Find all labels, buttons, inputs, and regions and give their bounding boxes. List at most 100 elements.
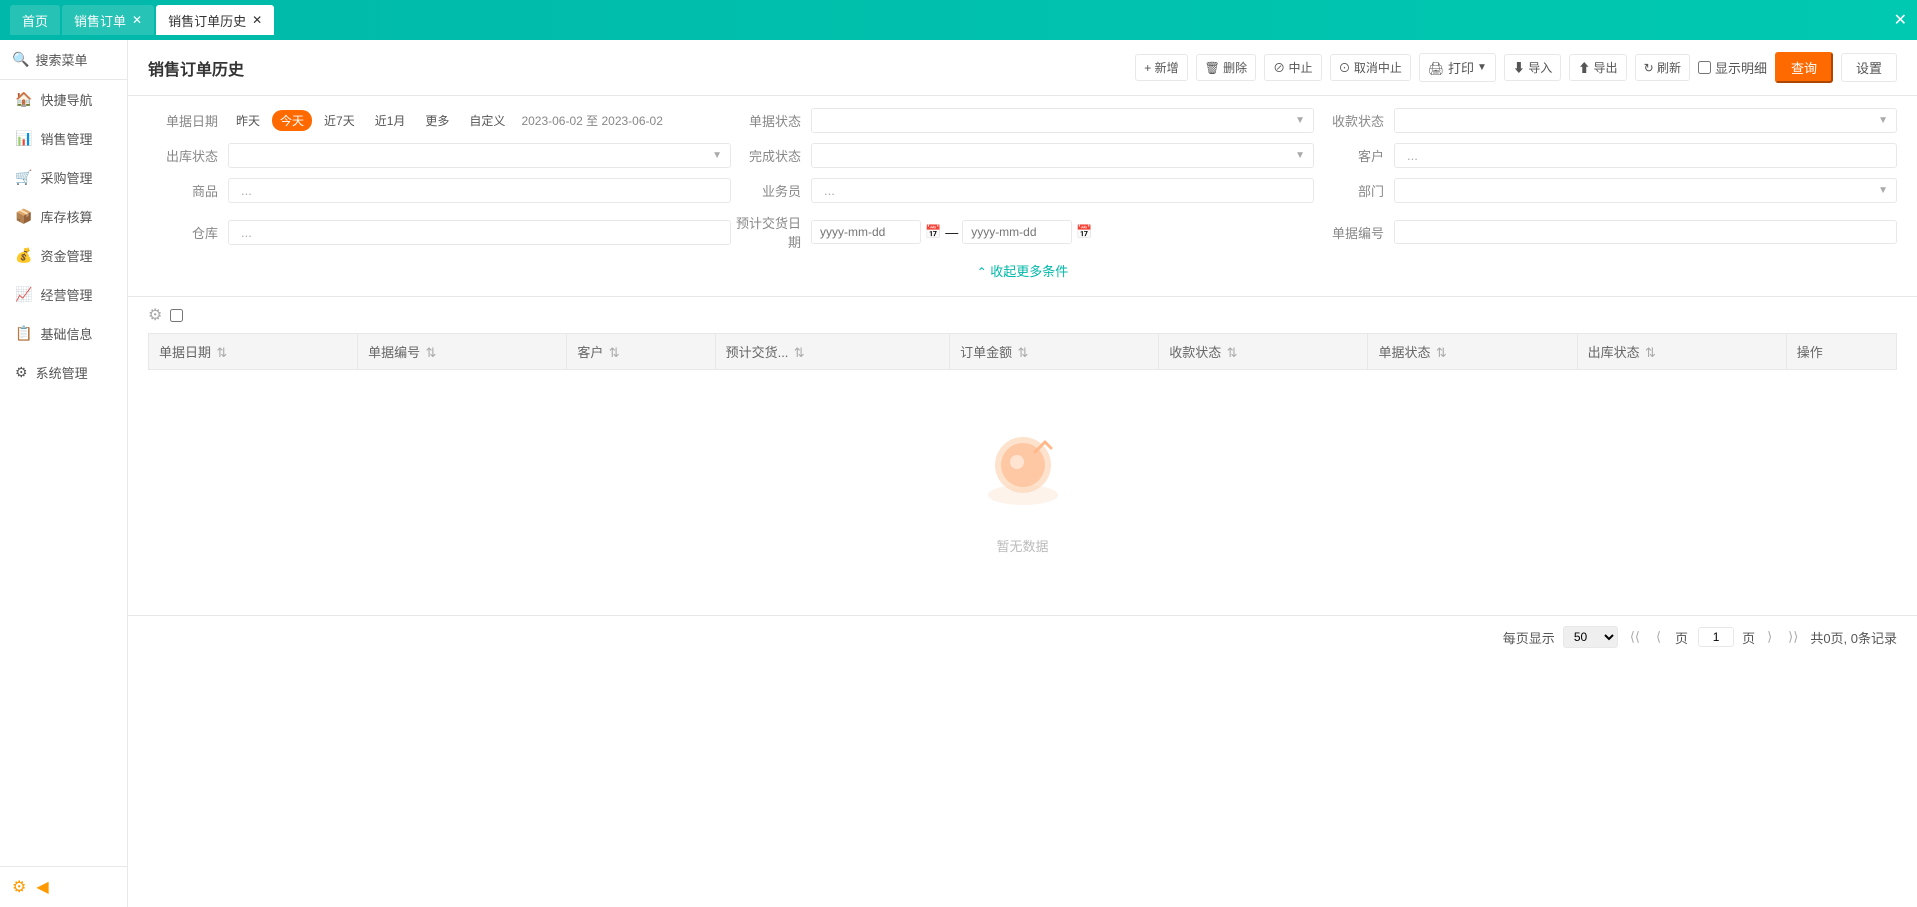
first-page-btn[interactable]: ⟨⟨ (1626, 627, 1644, 647)
col-date[interactable]: 单据日期 ⇅ (149, 334, 358, 370)
date-range: 2023-06-02 至 2023-06-02 (521, 112, 662, 129)
sidebar-item-operations[interactable]: 📈 经营管理 (0, 275, 127, 314)
sidebar-item-finance[interactable]: 💰 资金管理 (0, 236, 127, 275)
show-detail-checkbox[interactable] (1698, 61, 1711, 74)
prev-page-btn[interactable]: ⟨ (1652, 627, 1665, 647)
col-action: 操作 (1786, 334, 1896, 370)
pagination: 每页显示 50 100 200 ⟨⟨ ⟨ 页 页 ⟩ ⟩⟩ 共0页, 0条记录 (128, 615, 1917, 658)
filter-out-status-col: 出库状态 ▼ (148, 143, 731, 168)
select-all-checkbox[interactable] (170, 309, 183, 322)
sort-doc-icon: ⇅ (1436, 345, 1447, 360)
customer-dots-icon[interactable]: ... (1403, 148, 1422, 163)
collapse-row: ⌃ 收起更多条件 (148, 257, 1897, 284)
show-detail-label[interactable]: 显示明细 (1698, 58, 1767, 77)
warehouse-dots-icon[interactable]: ... (237, 225, 256, 240)
sidebar-item-inventory[interactable]: 📦 库存核算 (0, 197, 127, 236)
tab-home[interactable]: 首页 (10, 5, 60, 35)
stop-button[interactable]: ⊘ 中止 (1264, 54, 1321, 81)
current-page-input[interactable] (1698, 627, 1734, 647)
goods-label: 商品 (148, 181, 228, 200)
col-customer[interactable]: 客户 ⇅ (567, 334, 715, 370)
delivery-date-end[interactable] (962, 220, 1072, 244)
import-button[interactable]: ⬇ 导入 (1504, 54, 1561, 81)
out-status-select[interactable]: ▼ (228, 143, 731, 168)
col-amount[interactable]: 订单金额 ⇅ (950, 334, 1159, 370)
sales-icon: 📊 (15, 130, 32, 147)
warehouse-input[interactable]: ... (228, 220, 731, 245)
last-page-btn[interactable]: ⟩⟩ (1784, 627, 1802, 647)
tab-sales-order[interactable]: 销售订单 ✕ (62, 5, 154, 35)
table-toolbar: ⚙ (148, 297, 1897, 333)
toolbar: + 新增 🗑 删除 ⊘ 中止 ⊙ 取消中止 🖨 打印 ▼ ⬇ 导入 ⬆ 导出 ↻… (1135, 52, 1897, 83)
calendar-end-icon[interactable]: 📅 (1076, 224, 1092, 240)
filter-complete-status-col: 完成状态 ▼ (731, 143, 1314, 168)
query-button[interactable]: 查询 (1775, 52, 1833, 83)
collapse-button[interactable]: ⌃ 收起更多条件 (977, 261, 1068, 280)
docno-input[interactable] (1394, 220, 1897, 244)
tab-sales-order-history[interactable]: 销售订单历史 ✕ (156, 5, 274, 35)
sidebar-item-sales[interactable]: 📊 销售管理 (0, 119, 127, 158)
sidebar: 🔍 搜索菜单 🏠 快捷导航 📊 销售管理 🛒 采购管理 📦 库存核算 💰 资金管… (0, 40, 128, 907)
doc-status-select[interactable]: ▼ (811, 108, 1314, 133)
delivery-date-start[interactable] (811, 220, 921, 244)
page-title-bar: 销售订单历史 + 新增 🗑 删除 ⊘ 中止 ⊙ 取消中止 🖨 打印 ▼ ⬇ 导入… (128, 40, 1917, 96)
sidebar-expand-btn[interactable]: ◀ (36, 877, 48, 897)
sort-amount-icon: ⇅ (1017, 345, 1028, 360)
filter-delivery-col: 预计交货日期 📅 — 📅 (731, 213, 1314, 251)
window-close-icon[interactable]: ✕ (1894, 10, 1907, 30)
date-tab-today[interactable]: 今天 (272, 110, 312, 131)
out-status-label: 出库状态 (148, 146, 228, 165)
empty-text: 暂无数据 (996, 536, 1048, 555)
sidebar-item-basic[interactable]: 📋 基础信息 (0, 314, 127, 353)
delete-button[interactable]: 🗑 删除 (1196, 54, 1257, 81)
receipt-status-select[interactable]: ▼ (1394, 108, 1897, 133)
date-tab-1month[interactable]: 近1月 (367, 110, 414, 131)
sidebar-footer: ⚙ ◀ (0, 866, 127, 907)
goods-input[interactable]: ... (228, 178, 731, 203)
delivery-date-input: 📅 — 📅 (811, 220, 1092, 244)
filter-docno-col: 单据编号 (1314, 213, 1897, 251)
date-tab-7days[interactable]: 近7天 (316, 110, 363, 131)
col-delivery[interactable]: 预计交货... ⇅ (715, 334, 950, 370)
complete-status-select[interactable]: ▼ (811, 143, 1314, 168)
salesperson-input[interactable]: ... (811, 178, 1314, 203)
sidebar-item-purchase[interactable]: 🛒 采购管理 (0, 158, 127, 197)
table-settings-icon[interactable]: ⚙ (148, 305, 162, 325)
date-tab-custom[interactable]: 自定义 (461, 110, 513, 131)
warehouse-label: 仓库 (148, 223, 228, 242)
salesperson-label: 业务员 (731, 181, 811, 200)
dept-select[interactable]: ▼ (1394, 178, 1897, 203)
home-icon: 🏠 (15, 91, 32, 108)
date-tab-yesterday[interactable]: 昨天 (228, 110, 268, 131)
calendar-start-icon[interactable]: 📅 (925, 224, 941, 240)
filter-warehouse-col: 仓库 ... (148, 213, 731, 251)
col-doc-status[interactable]: 单据状态 ⇅ (1368, 334, 1577, 370)
settings-button[interactable]: 设置 (1841, 53, 1897, 82)
new-button[interactable]: + 新增 (1135, 54, 1187, 81)
print-button[interactable]: 🖨 打印 ▼ (1419, 53, 1496, 82)
tab-sales-order-history-close[interactable]: ✕ (252, 13, 262, 27)
date-tab-more[interactable]: 更多 (417, 110, 457, 131)
system-icon: ⚙ (15, 364, 28, 381)
cancel-stop-button[interactable]: ⊙ 取消中止 (1330, 54, 1411, 81)
col-receipt-status[interactable]: 收款状态 ⇅ (1159, 334, 1368, 370)
sidebar-settings-btn[interactable]: ⚙ (12, 877, 26, 897)
salesperson-dots-icon[interactable]: ... (820, 183, 839, 198)
col-no[interactable]: 单据编号 ⇅ (358, 334, 567, 370)
next-page-btn[interactable]: ⟩ (1763, 627, 1776, 647)
export-button[interactable]: ⬆ 导出 (1569, 54, 1626, 81)
sidebar-item-quicknav[interactable]: 🏠 快捷导航 (0, 80, 127, 119)
tab-sales-order-close[interactable]: ✕ (132, 13, 142, 27)
sort-delivery-icon: ⇅ (794, 345, 805, 360)
search-menu[interactable]: 🔍 搜索菜单 (0, 40, 127, 80)
sidebar-item-system[interactable]: ⚙ 系统管理 (0, 353, 127, 392)
filter-goods-col: 商品 ... (148, 178, 731, 203)
per-page-select[interactable]: 50 100 200 (1563, 626, 1618, 648)
print-arrow-icon: ▼ (1477, 62, 1487, 73)
refresh-button[interactable]: ↻ 刷新 (1635, 54, 1690, 81)
dept-label: 部门 (1314, 181, 1394, 200)
customer-input[interactable]: ... (1394, 143, 1897, 168)
sort-receipt-icon: ⇅ (1227, 345, 1238, 360)
goods-dots-icon[interactable]: ... (237, 183, 256, 198)
col-out-status[interactable]: 出库状态 ⇅ (1577, 334, 1786, 370)
